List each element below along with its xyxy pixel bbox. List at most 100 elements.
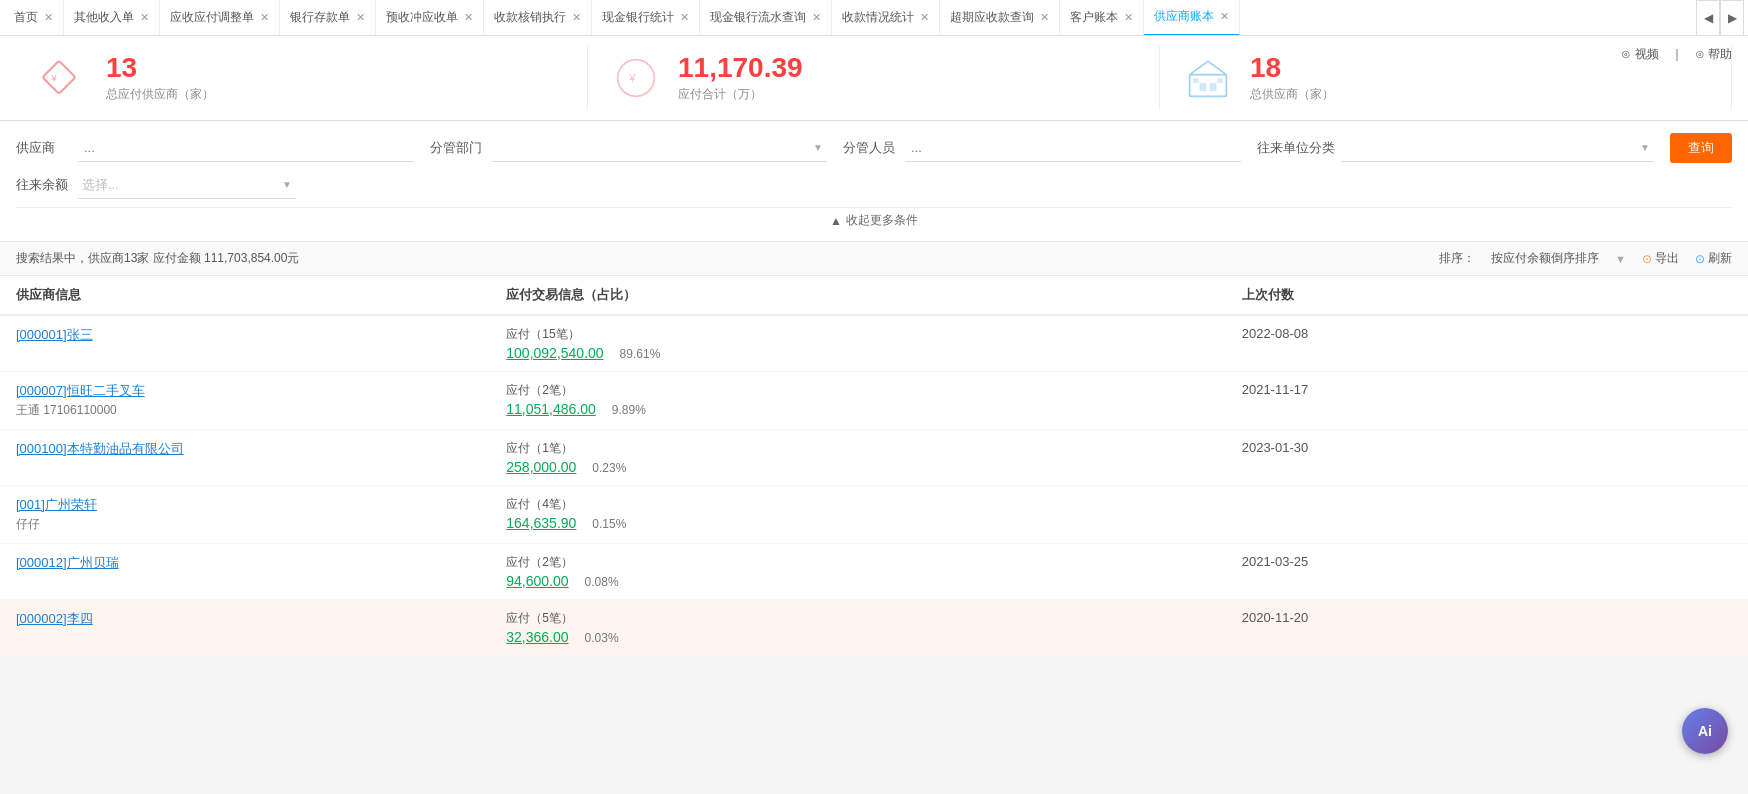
balance-select[interactable]: 选择... ▼ [78, 171, 296, 199]
refresh-button[interactable]: ⊙ 刷新 [1695, 250, 1732, 267]
nav-next-arrow[interactable]: ▶ [1720, 0, 1744, 36]
filter-balance: 往来余额 选择... ▼ [16, 171, 296, 199]
category-select[interactable]: ▼ [1341, 134, 1655, 162]
search-button[interactable]: 查询 [1670, 133, 1732, 163]
dept-label: 分管部门 [430, 139, 486, 157]
ai-assistant-button[interactable]: Ai [1682, 708, 1728, 754]
close-prepay-tab[interactable]: ✕ [464, 11, 473, 24]
tx-row: 94,600.00 0.08% [506, 571, 1241, 589]
table-row: [000007]恒旺二手叉车 王通 17106110000 应付（2笔） 11,… [0, 372, 1748, 430]
balance-label: 往来余额 [16, 176, 72, 194]
nav-tab-prepay[interactable]: 预收冲应收单 ✕ [376, 0, 484, 36]
last-pay-cell: 2022-08-08 [1242, 326, 1732, 341]
nav-tab-cashflow[interactable]: 现金银行流水查询 ✕ [700, 0, 832, 36]
svg-text:¥: ¥ [628, 72, 636, 84]
filter-row-2: 往来余额 选择... ▼ [16, 171, 1732, 199]
nav-tab-bank[interactable]: 银行存款单 ✕ [280, 0, 376, 36]
supplier-info-cell: [000100]本特勤油品有限公司 [16, 440, 506, 458]
video-link[interactable]: ⊙ 视频 [1621, 46, 1658, 63]
nav-tab-income[interactable]: 其他收入单 ✕ [64, 0, 160, 36]
stat-block-total-payable: ¥ 11,170.39 应付合计（万） [588, 46, 1160, 110]
export-button[interactable]: ⊙ 导出 [1642, 250, 1679, 267]
dept-chevron-down-icon: ▼ [813, 142, 823, 153]
tx-amount[interactable]: 94,600.00 [506, 573, 568, 589]
sort-select[interactable]: 按应付余额倒序排序 [1491, 250, 1599, 267]
nav-tab-recvstat[interactable]: 收款情况统计 ✕ [832, 0, 940, 36]
close-income-tab[interactable]: ✕ [140, 11, 149, 24]
help-links: ⊙ 视频 ｜ ⊙ 帮助 [1621, 46, 1732, 63]
svg-rect-0 [43, 61, 76, 94]
nav-tab-custbook[interactable]: 客户账本 ✕ [1060, 0, 1144, 36]
collapse-filters-button[interactable]: ▲ 收起更多条件 [16, 207, 1732, 233]
supplier-link[interactable]: [001]广州荣轩 [16, 496, 506, 514]
nav-tab-verify[interactable]: 收款核销执行 ✕ [484, 0, 592, 36]
help-link[interactable]: ⊙ 帮助 [1695, 46, 1732, 63]
tx-percent: 9.89% [612, 403, 646, 417]
person-input[interactable] [905, 134, 1241, 162]
refresh-icon: ⊙ [1695, 252, 1705, 266]
nav-tab-home[interactable]: 首页 ✕ [4, 0, 64, 36]
table-header-row: 供应商信息 应付交易信息（占比） 上次付数 [0, 276, 1748, 316]
supplier-link[interactable]: [000001]张三 [16, 326, 506, 344]
results-actions: 排序： 按应付余额倒序排序 ▼ ⊙ 导出 ⊙ 刷新 [1439, 250, 1732, 267]
last-pay-cell: 2023-01-30 [1242, 440, 1732, 455]
close-cashstat-tab[interactable]: ✕ [680, 11, 689, 24]
close-custbook-tab[interactable]: ✕ [1124, 11, 1133, 24]
stat-number-store: 18 [1250, 53, 1334, 84]
tx-label: 应付（5笔） [506, 610, 1241, 627]
collapse-up-icon: ▲ [830, 214, 842, 228]
main-table: 供应商信息 应付交易信息（占比） 上次付数 [000001]张三 应付（15笔）… [0, 276, 1748, 656]
tx-label: 应付（2笔） [506, 382, 1241, 399]
filter-dept: 分管部门 ▼ [430, 134, 828, 162]
export-icon: ⊙ [1642, 252, 1652, 266]
close-bank-tab[interactable]: ✕ [356, 11, 365, 24]
balance-chevron-down-icon: ▼ [282, 179, 292, 190]
last-pay-date: 2021-03-25 [1242, 554, 1309, 569]
tx-amount[interactable]: 11,051,486.00 [506, 401, 596, 417]
tx-amount[interactable]: 258,000.00 [506, 459, 576, 475]
supplier-sub: 王通 17106110000 [16, 402, 506, 419]
tx-percent: 0.03% [585, 631, 619, 645]
close-home-tab[interactable]: ✕ [44, 11, 53, 24]
supplier-input[interactable] [78, 134, 414, 162]
close-cashflow-tab[interactable]: ✕ [812, 11, 821, 24]
last-pay-cell: 2021-03-25 [1242, 554, 1732, 569]
svg-rect-7 [1193, 78, 1199, 83]
last-pay-date: 2020-11-20 [1242, 610, 1309, 625]
tx-info-cell: 应付（2笔） 94,600.00 0.08% [506, 554, 1241, 589]
nav-tab-cashstat[interactable]: 现金银行统计 ✕ [592, 0, 700, 36]
filter-category: 往来单位分类 ▼ [1257, 134, 1655, 162]
tx-amount[interactable]: 100,092,540.00 [506, 345, 603, 361]
nav-prev-arrow[interactable]: ◀ [1696, 0, 1720, 36]
close-adjust-tab[interactable]: ✕ [260, 11, 269, 24]
tx-info-cell: 应付（5笔） 32,366.00 0.03% [506, 610, 1241, 645]
stat-content-total: 11,170.39 应付合计（万） [678, 53, 803, 103]
balance-placeholder: 选择... [82, 176, 119, 194]
supplier-info-cell: [001]广州荣轩 仔仔 [16, 496, 506, 533]
nav-tab-adjust[interactable]: 应收应付调整单 ✕ [160, 0, 280, 36]
table-row: [001]广州荣轩 仔仔 应付（4笔） 164,635.90 0.15% [0, 486, 1748, 544]
category-chevron-down-icon: ▼ [1640, 142, 1650, 153]
svg-rect-6 [1210, 83, 1217, 91]
close-suppbook-tab[interactable]: ✕ [1220, 10, 1229, 23]
tx-label: 应付（15笔） [506, 326, 1241, 343]
last-pay-cell: 2020-11-20 [1242, 610, 1732, 625]
sort-chevron-down-icon[interactable]: ▼ [1615, 253, 1626, 265]
close-recvstat-tab[interactable]: ✕ [920, 11, 929, 24]
top-navigation: 首页 ✕ 其他收入单 ✕ 应收应付调整单 ✕ 银行存款单 ✕ 预收冲应收单 ✕ … [0, 0, 1748, 36]
supplier-link[interactable]: [000002]李四 [16, 610, 506, 628]
help-separator: ｜ [1671, 46, 1683, 63]
close-overdue-tab[interactable]: ✕ [1040, 11, 1049, 24]
supplier-link[interactable]: [000100]本特勤油品有限公司 [16, 440, 506, 458]
dept-select[interactable]: ▼ [492, 134, 828, 162]
tx-amount[interactable]: 32,366.00 [506, 629, 568, 645]
nav-tab-overdue[interactable]: 超期应收款查询 ✕ [940, 0, 1060, 36]
nav-tab-suppbook[interactable]: 供应商账本 ✕ [1144, 0, 1240, 36]
supplier-link[interactable]: [000007]恒旺二手叉车 [16, 382, 506, 400]
stat-content-store: 18 总供应商（家） [1250, 53, 1334, 103]
tx-amount[interactable]: 164,635.90 [506, 515, 576, 531]
close-verify-tab[interactable]: ✕ [572, 11, 581, 24]
stats-bar: ¥ 13 总应付供应商（家） ¥ 11,170.39 应付合计（万） [0, 36, 1748, 121]
tx-label: 应付（2笔） [506, 554, 1241, 571]
supplier-link[interactable]: [000012]广州贝瑞 [16, 554, 506, 572]
